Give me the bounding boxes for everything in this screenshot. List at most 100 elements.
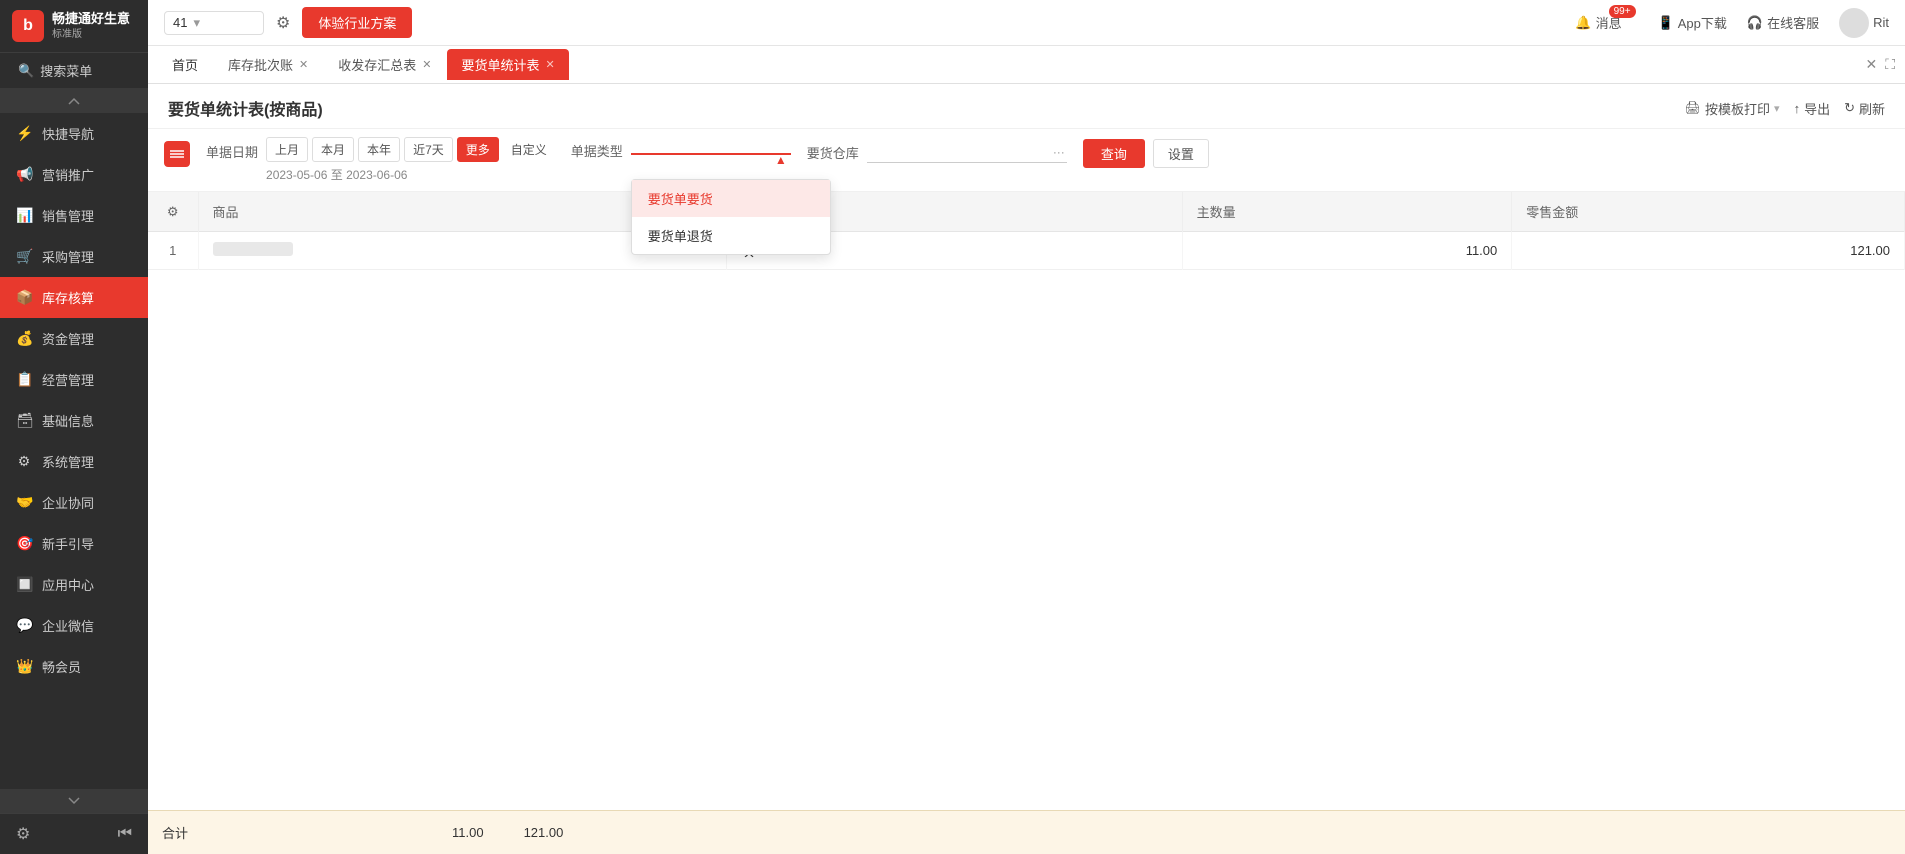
tab-bar-right: ✕ ⛶	[1865, 56, 1895, 73]
date-btn-last-month[interactable]: 上月	[266, 137, 308, 162]
table-settings-icon[interactable]: ⚙	[167, 204, 179, 219]
print-action[interactable]: 🖨 按模板打印 ▾	[1685, 99, 1780, 118]
warehouse-filter-label: 要货仓库	[807, 143, 859, 162]
settings-icon[interactable]: ⚙	[16, 824, 30, 844]
sidebar-item-marketing[interactable]: 📢 营销推广	[0, 154, 148, 195]
user-name: Rit	[1873, 15, 1889, 30]
sidebar-item-members[interactable]: 👑 畅会员	[0, 646, 148, 687]
sidebar-item-wechat[interactable]: 💬 企业微信	[0, 605, 148, 646]
th-amount: 零售金额	[1512, 192, 1905, 232]
tab-home-label: 首页	[172, 55, 198, 74]
sidebar-footer: ⚙ ⏮	[0, 813, 148, 854]
date-btn-this-month[interactable]: 本月	[312, 137, 354, 162]
warehouse-more-icon[interactable]: ···	[1051, 143, 1067, 161]
tab-bar-expand-icon[interactable]: ⛶	[1885, 56, 1895, 73]
sidebar-scroll-up-btn[interactable]	[0, 89, 148, 113]
sidebar-item-finance[interactable]: 💰 资金管理	[0, 318, 148, 359]
sidebar-label-purchase: 采购管理	[42, 247, 94, 266]
date-btn-custom[interactable]: 自定义	[503, 138, 555, 161]
sidebar-label-wechat: 企业微信	[42, 616, 94, 635]
sidebar-item-purchase[interactable]: 🛒 采购管理	[0, 236, 148, 277]
sidebar-item-guide[interactable]: 🎯 新手引导	[0, 523, 148, 564]
date-btn-this-year[interactable]: 本年	[358, 137, 400, 162]
collapse-icon[interactable]: ⏮	[118, 825, 132, 843]
header-left: 41 ▾ ⚙ 体验行业方案	[164, 7, 412, 38]
warehouse-input[interactable]	[867, 141, 1051, 162]
sidebar-item-basic[interactable]: 🗃 基础信息	[0, 400, 148, 441]
tab-inventory-batch-close[interactable]: ✕	[299, 58, 308, 71]
dropdown-item-order-return[interactable]: 要货单退货	[632, 217, 830, 254]
table-row: 1 块 11.00 121.00	[148, 232, 1905, 270]
operations-icon: 📋	[16, 371, 32, 388]
query-button[interactable]: 查询	[1083, 139, 1145, 168]
tab-bar: 首页 库存批次账 ✕ 收发存汇总表 ✕ 要货单统计表 ✕ ✕ ⛶	[148, 46, 1905, 84]
tab-home[interactable]: 首页	[158, 49, 212, 80]
table-body: 1 块 11.00 121.00	[148, 232, 1905, 270]
marketing-icon: 📢	[16, 166, 32, 183]
filter-toggle-button[interactable]	[164, 141, 190, 167]
cell-amount: 121.00	[1512, 232, 1905, 270]
date-btn-last-7days[interactable]: 近7天	[404, 137, 453, 162]
search-icon: 🔍	[18, 63, 34, 79]
wechat-icon: 💬	[16, 617, 32, 634]
sidebar-label-finance: 资金管理	[42, 329, 94, 348]
th-settings[interactable]: ⚙	[148, 192, 198, 232]
search-menu[interactable]: 🔍 搜索菜单	[0, 53, 148, 89]
tab-inventory-batch[interactable]: 库存批次账 ✕	[214, 49, 322, 80]
bell-icon: 🔔	[1575, 15, 1591, 31]
th-qty: 主数量	[1182, 192, 1512, 232]
online-service-item[interactable]: 🎧 在线客服	[1747, 13, 1819, 32]
product-placeholder	[213, 242, 293, 256]
system-icon: ⚙	[16, 453, 32, 470]
notifications-item[interactable]: 🔔 消息 99+	[1575, 13, 1621, 32]
app-download-item[interactable]: 📱 App下载	[1658, 13, 1727, 32]
sidebar-label-quick-nav: 快捷导航	[42, 124, 94, 143]
tab-order-stats-close[interactable]: ✕	[546, 58, 555, 71]
sales-icon: 📊	[16, 207, 32, 224]
tab-receive-summary[interactable]: 收发存汇总表 ✕	[324, 49, 445, 80]
print-icon: 🖨	[1685, 100, 1702, 116]
tab-order-stats[interactable]: 要货单统计表 ✕	[447, 49, 568, 80]
page-inner: 要货单统计表(按商品) 🖨 按模板打印 ▾ ↑ 导出 ↻ 刷新	[148, 84, 1905, 854]
sidebar-item-appstore[interactable]: 🔲 应用中心	[0, 564, 148, 605]
set-button[interactable]: 设置	[1153, 139, 1209, 168]
filter-actions: 查询 设置	[1083, 139, 1209, 168]
table-header-row: ⚙ 商品 主计量单位 主数量 零售金额	[148, 192, 1905, 232]
dropdown-item-order-request[interactable]: 要货单要货	[632, 180, 830, 217]
date-buttons: 上月 本月 本年 近7天 更多 自定义	[266, 137, 555, 162]
sidebar-item-quick-nav[interactable]: ⚡ 快捷导航	[0, 113, 148, 154]
tab-order-stats-label: 要货单统计表	[461, 55, 539, 74]
type-select-chevron-icon: ▲	[775, 153, 787, 167]
sidebar-item-system[interactable]: ⚙ 系统管理	[0, 441, 148, 482]
app-edition: 标准版	[52, 28, 130, 42]
sidebar-item-operations[interactable]: 📋 经营管理	[0, 359, 148, 400]
export-action[interactable]: ↑ 导出	[1794, 99, 1831, 118]
trial-button[interactable]: 体验行业方案	[302, 7, 412, 38]
date-btn-more[interactable]: 更多	[457, 137, 499, 162]
quick-nav-icon: ⚡	[16, 125, 32, 142]
sidebar-item-sales[interactable]: 📊 销售管理	[0, 195, 148, 236]
refresh-action[interactable]: ↻ 刷新	[1844, 99, 1885, 118]
sidebar-item-enterprise[interactable]: 🤝 企业协同	[0, 482, 148, 523]
type-dropdown: 要货单要货 要货单退货	[631, 179, 831, 255]
export-label: 导出	[1804, 99, 1830, 118]
header-gear-icon[interactable]: ⚙	[276, 13, 290, 33]
purchase-icon: 🛒	[16, 248, 32, 265]
date-filter-group: 单据日期 上月 本月 本年 近7天 更多 自定义 2023-05-06 至 20…	[206, 137, 555, 183]
date-range-text: 2023-05-06 至 2023-06-06	[266, 166, 555, 183]
sidebar-scroll-down-btn[interactable]	[0, 789, 148, 813]
tab-receive-summary-close[interactable]: ✕	[422, 58, 431, 71]
user-avatar-item[interactable]: Rit	[1839, 8, 1889, 38]
appstore-icon: 🔲	[16, 576, 32, 593]
tab-bar-close-icon[interactable]: ✕	[1865, 56, 1877, 73]
footer-amount: 121.00	[524, 825, 564, 840]
filter-dates: 上月 本月 本年 近7天 更多 自定义 2023-05-06 至 2023-06…	[266, 137, 555, 183]
table-footer: 合计 11.00 121.00	[148, 810, 1905, 854]
sidebar-item-inventory[interactable]: 📦 库存核算	[0, 277, 148, 318]
sidebar-nav: ⚡ 快捷导航 📢 营销推广 📊 销售管理 🛒 采购管理 📦 库存核算 💰 资金管…	[0, 113, 148, 789]
sidebar-label-enterprise: 企业协同	[42, 493, 94, 512]
store-selector[interactable]: 41 ▾	[164, 11, 264, 35]
type-select-field[interactable]	[631, 147, 791, 155]
refresh-icon: ↻	[1844, 100, 1855, 116]
header-right: 🔔 消息 99+ 📱 App下载 🎧 在线客服 Rit	[1575, 8, 1889, 38]
